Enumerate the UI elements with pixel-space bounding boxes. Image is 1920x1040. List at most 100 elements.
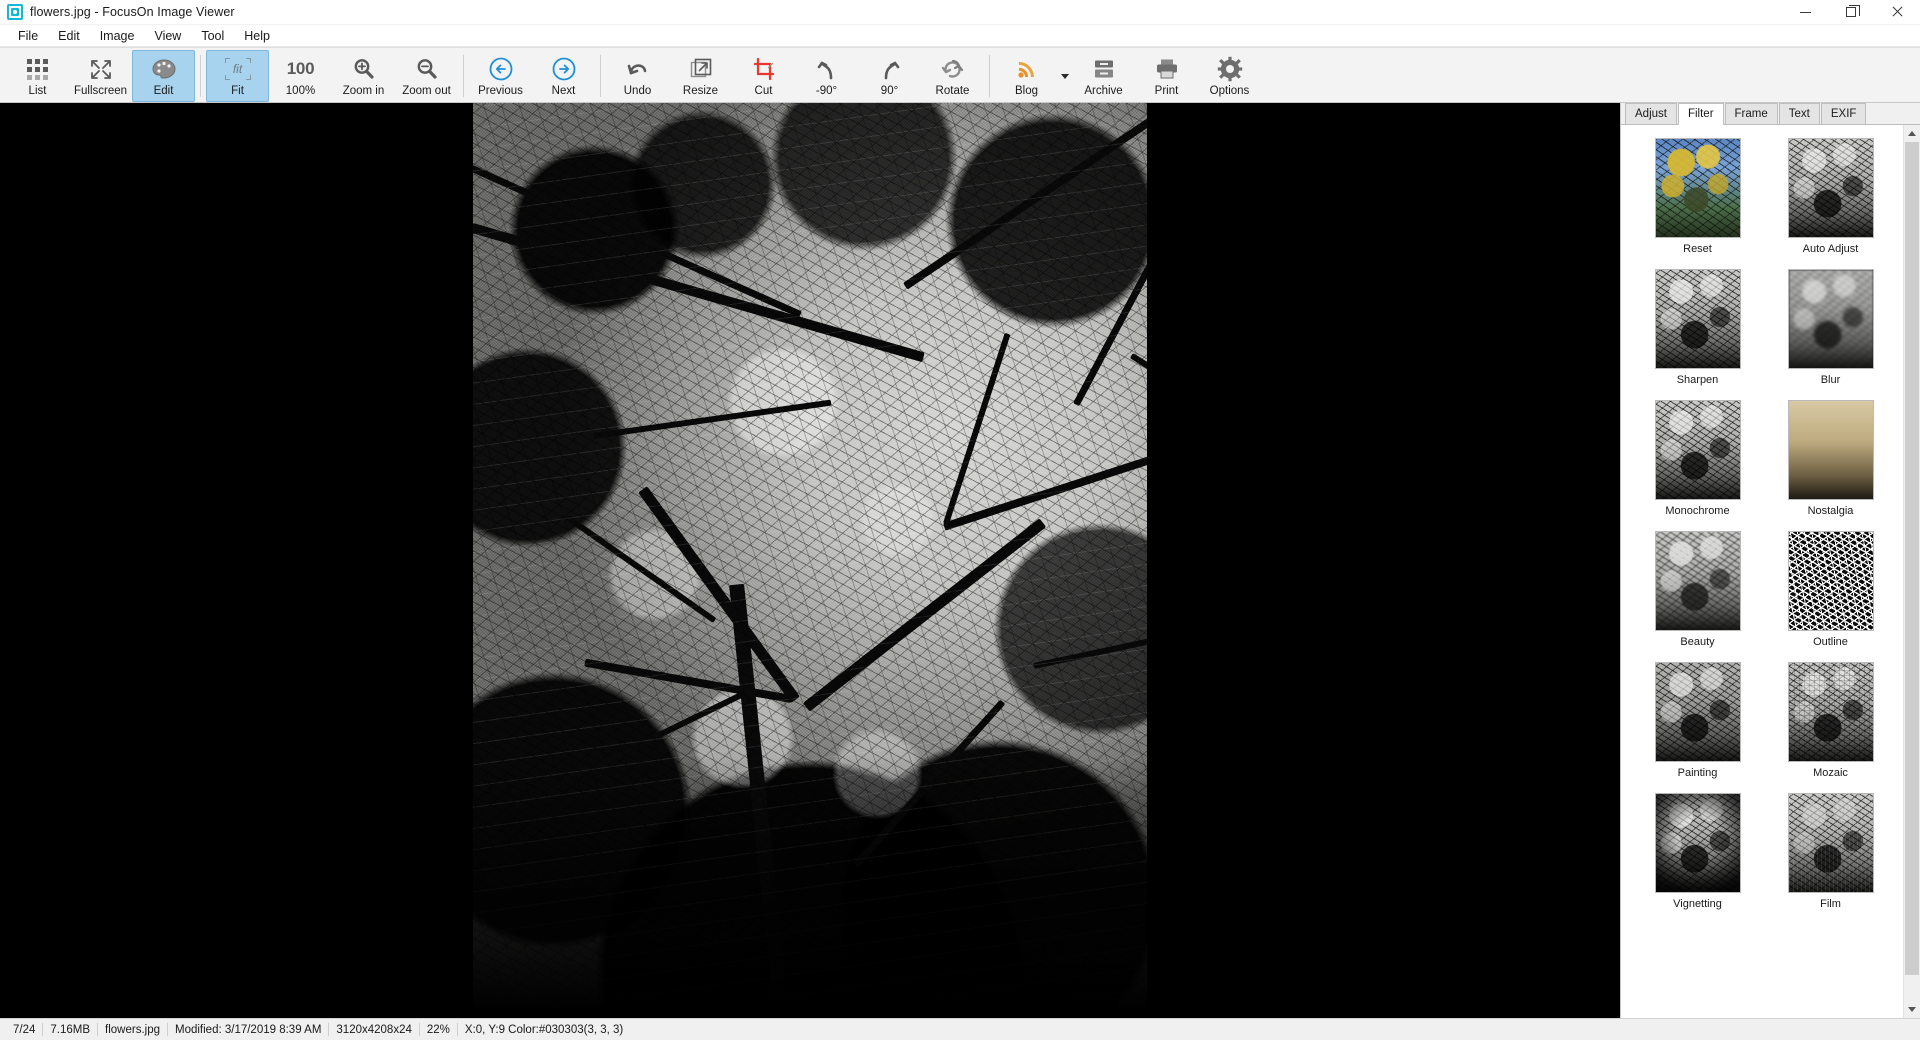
menu-file[interactable]: File [8,26,48,46]
toolbar-label-rotate-right: 90° [880,85,899,97]
tab-filter[interactable]: Filter [1677,103,1724,125]
maximize-restore-button[interactable] [1828,0,1874,25]
menu-help[interactable]: Help [234,26,280,46]
toolbar-button-rotate[interactable]: Rotate [921,50,984,102]
filter-thumbnail [1654,662,1741,762]
toolbar-button-zoom-100[interactable]: 100 100% [269,50,332,102]
toolbar: List Fullscreen Edit fit Fit 100 100% Zo… [0,47,1920,103]
toolbar-button-previous[interactable]: Previous [469,50,532,102]
filter-label: Painting [1677,767,1718,779]
menu-image[interactable]: Image [90,26,145,46]
gear-icon [1217,55,1243,83]
filter-item-beauty[interactable]: Beauty [1631,528,1764,651]
status-modified: Modified: 3/17/2019 8:39 AM [175,1023,322,1036]
toolbar-label-undo: Undo [623,85,652,97]
toolbar-label-edit: Edit [153,85,174,97]
filter-thumbnail [1654,793,1741,893]
arrow-right-circle-icon [551,55,577,83]
filter-item-painting[interactable]: Painting [1631,659,1764,782]
toolbar-label-fullscreen: Fullscreen [73,85,128,97]
fit-icon: fit [224,55,251,83]
rotate-left-icon [815,55,839,83]
scrollbar-track[interactable] [1904,142,1920,1001]
filter-item-vignetting[interactable]: Vignetting [1631,790,1764,913]
toolbar-label-archive: Archive [1084,85,1123,97]
filter-thumbnail [1787,531,1874,631]
tab-text[interactable]: Text [1778,103,1820,124]
filter-item-outline[interactable]: Outline [1764,528,1897,651]
toolbar-button-zoom-out[interactable]: Zoom out [395,50,458,102]
panel-scrollbar[interactable] [1903,125,1920,1018]
filter-item-blur[interactable]: Blur [1764,266,1897,389]
application-window: flowers.jpg - FocusOn Image Viewer File … [0,0,1920,1040]
filter-label: Auto Adjust [1802,243,1859,255]
filter-label: Sharpen [1676,374,1719,386]
toolbar-button-archive[interactable]: Archive [1072,50,1135,102]
toolbar-button-undo[interactable]: Undo [606,50,669,102]
filter-item-monochrome[interactable]: Monochrome [1631,397,1764,520]
filter-label: Outline [1813,636,1848,648]
filter-thumbnail [1787,662,1874,762]
toolbar-button-edit[interactable]: Edit [132,50,195,102]
image-grain-layer [473,103,1147,1010]
grid-icon [27,55,48,83]
toolbar-button-list[interactable]: List [6,50,69,102]
toolbar-separator [989,55,990,97]
filter-item-reset[interactable]: Reset [1631,135,1764,258]
hundred-icon: 100 [287,55,315,83]
menu-tool[interactable]: Tool [191,26,234,46]
undo-icon [625,55,651,83]
filter-item-film[interactable]: Film [1764,790,1897,913]
toolbar-button-blog[interactable]: Blog [995,50,1058,102]
scroll-up-button[interactable] [1904,125,1920,142]
toolbar-button-options[interactable]: Options [1198,50,1261,102]
rotate-right-icon [878,55,902,83]
filter-item-mozaic[interactable]: Mozaic [1764,659,1897,782]
toolbar-separator [463,55,464,97]
menu-edit[interactable]: Edit [48,26,90,46]
scroll-down-button[interactable] [1904,1001,1920,1018]
image-preview[interactable] [473,103,1147,1010]
toolbar-button-rotate-right[interactable]: 90° [858,50,921,102]
panel-tabstrip: Adjust Filter Frame Text EXIF [1621,103,1920,125]
main-area: Adjust Filter Frame Text EXIF Reset Auto… [0,103,1920,1018]
tab-exif[interactable]: EXIF [1820,103,1867,124]
status-filename: flowers.jpg [105,1023,160,1036]
toolbar-label-blog: Blog [1014,85,1039,97]
toolbar-button-fullscreen[interactable]: Fullscreen [69,50,132,102]
filter-item-sharpen[interactable]: Sharpen [1631,266,1764,389]
toolbar-button-next[interactable]: Next [532,50,595,102]
toolbar-button-cut[interactable]: Cut [732,50,795,102]
filter-thumbnail [1787,400,1874,500]
printer-icon [1154,55,1180,83]
toolbar-button-rotate-left[interactable]: -90° [795,50,858,102]
toolbar-button-print[interactable]: Print [1135,50,1198,102]
tab-adjust[interactable]: Adjust [1625,103,1677,124]
filter-thumbnail [1787,793,1874,893]
scrollbar-thumb[interactable] [1905,142,1919,976]
filter-label: Blur [1820,374,1841,386]
close-button[interactable] [1874,0,1920,25]
rss-icon [1015,55,1039,83]
toolbar-button-fit[interactable]: fit Fit [206,50,269,102]
filter-item-nostalgia[interactable]: Nostalgia [1764,397,1897,520]
app-icon [7,4,23,20]
blog-dropdown-arrow[interactable] [1058,50,1072,102]
toolbar-button-resize[interactable]: Resize [669,50,732,102]
fit-badge: fit [232,62,243,76]
tab-frame[interactable]: Frame [1724,103,1778,124]
minimize-button[interactable] [1782,0,1828,25]
filter-item-auto-adjust[interactable]: Auto Adjust [1764,135,1897,258]
side-panel: Adjust Filter Frame Text EXIF Reset Auto… [1620,103,1920,1018]
window-title: flowers.jpg - FocusOn Image Viewer [30,5,235,19]
toolbar-label-rotate-left: -90° [815,85,838,97]
toolbar-label-resize: Resize [682,85,719,97]
toolbar-label-fit: Fit [231,85,244,97]
menu-view[interactable]: View [144,26,191,46]
toolbar-label-next: Next [551,85,576,97]
toolbar-button-zoom-in[interactable]: Zoom in [332,50,395,102]
filter-thumbnail [1654,400,1741,500]
arrow-left-circle-icon [488,55,514,83]
resize-icon [689,55,713,83]
image-canvas[interactable] [0,103,1620,1018]
